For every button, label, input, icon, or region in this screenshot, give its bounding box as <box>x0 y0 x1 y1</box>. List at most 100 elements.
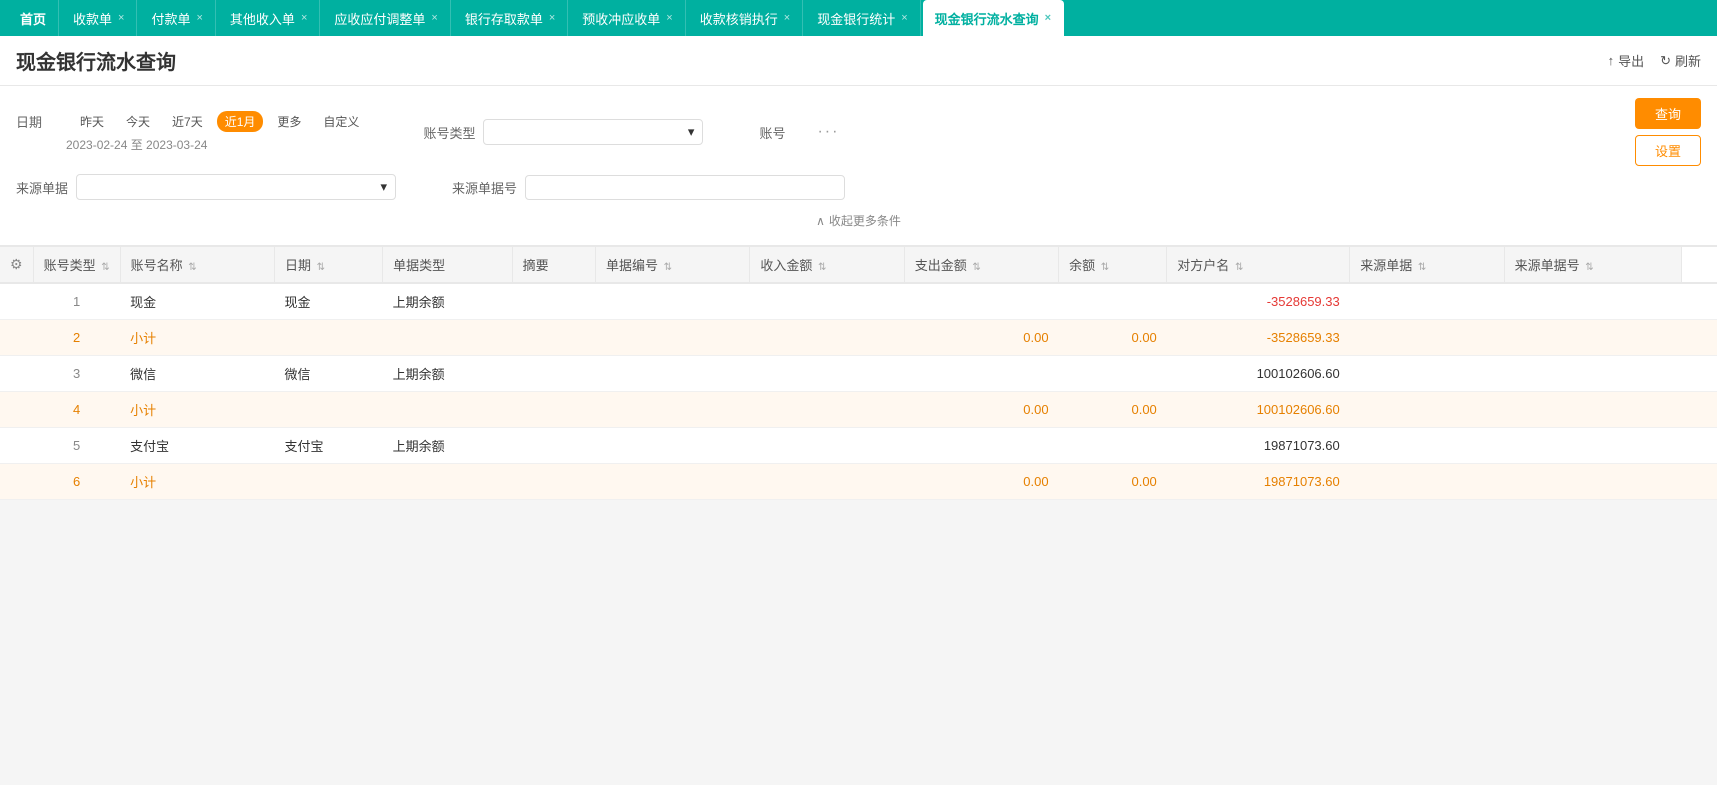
sort-icon[interactable]: ⇅ <box>972 262 980 273</box>
cell-source-doc-num <box>1681 428 1717 464</box>
cell-account-name <box>274 464 382 500</box>
cell-balance: -3528659.33 <box>1167 320 1350 356</box>
nav-tab-liushui[interactable]: 现金银行流水查询 × <box>923 0 1064 36</box>
header-actions: ↑ 导出 ↻ 刷新 <box>1608 51 1701 70</box>
date-1month-btn[interactable]: 近1月 <box>217 111 264 132</box>
cell-doc-number <box>750 392 904 428</box>
cell-doc-type <box>512 320 595 356</box>
close-icon[interactable]: × <box>118 12 124 24</box>
close-icon[interactable]: × <box>549 12 555 24</box>
cell-balance: 19871073.60 <box>1167 464 1350 500</box>
table-row: 4小计0.000.00100102606.60 <box>0 392 1717 428</box>
account-type-select[interactable]: ▾ <box>483 119 703 145</box>
table-gear-icon[interactable]: ⚙ <box>10 256 23 272</box>
nav-tab-fukuandan[interactable]: 付款单 × <box>139 0 215 36</box>
cell-account-name <box>274 392 382 428</box>
column-income: 收入金额 ⇅ <box>750 247 904 284</box>
cell-source-doc-num <box>1681 320 1717 356</box>
query-button[interactable]: 查询 <box>1635 98 1701 129</box>
column-source-doc: 来源单据 ⇅ <box>1350 247 1504 284</box>
cell-summary <box>596 464 750 500</box>
date-yesterday-btn[interactable]: 昨天 <box>72 111 112 132</box>
sort-icon[interactable]: ⇅ <box>818 262 826 273</box>
cell-counterpart <box>1350 356 1504 392</box>
cell-date <box>383 320 512 356</box>
tab-label: 收款核销执行 <box>700 9 778 28</box>
source-doc-num-label: 来源单据号 <box>452 178 517 197</box>
date-7days-btn[interactable]: 近7天 <box>164 111 211 132</box>
cell-source-doc-num <box>1681 356 1717 392</box>
date-filter-group: 日期 昨天 今天 近7天 近1月 更多 自定义 2023-02-24 至 202… <box>16 111 367 153</box>
close-icon[interactable]: × <box>1045 12 1051 24</box>
collapse-bar[interactable]: ∧ 收起更多条件 <box>16 208 1701 233</box>
cell-account-name <box>274 320 382 356</box>
column-doc-number: 单据编号 ⇅ <box>596 247 750 284</box>
cell-expense: 0.00 <box>1059 464 1167 500</box>
close-icon[interactable]: × <box>301 12 307 24</box>
sort-icon[interactable]: ⇅ <box>188 262 196 273</box>
table-row: 1现金现金上期余额-3528659.33 <box>0 283 1717 320</box>
nav-tab-tongji[interactable]: 现金银行统计 × <box>805 0 920 36</box>
nav-tab-shoukuandan[interactable]: 收款单 × <box>61 0 137 36</box>
cell-account-type: 微信 <box>120 356 274 392</box>
sort-icon[interactable]: ⇅ <box>1101 262 1109 273</box>
cell-source-doc <box>1504 428 1681 464</box>
cell-row-settings <box>0 320 33 356</box>
table-row: 5支付宝支付宝上期余额19871073.60 <box>0 428 1717 464</box>
cell-account-type: 小计 <box>120 464 274 500</box>
cell-source-doc <box>1504 464 1681 500</box>
close-icon[interactable]: × <box>196 12 202 24</box>
nav-tab-home[interactable]: 首页 <box>8 0 59 36</box>
sort-icon[interactable]: ⇅ <box>664 262 672 273</box>
sort-icon[interactable]: ⇅ <box>1235 262 1243 273</box>
sort-icon[interactable]: ⇅ <box>1418 262 1426 273</box>
cell-source-doc-num <box>1681 392 1717 428</box>
cell-balance: -3528659.33 <box>1167 283 1350 320</box>
account-dots[interactable]: ··· <box>817 123 839 141</box>
cell-doc-number <box>750 283 904 320</box>
column-doc-type: 单据类型 <box>383 247 512 284</box>
nav-tab-qitashouru[interactable]: 其他收入单 × <box>218 0 320 36</box>
source-doc-num-input[interactable] <box>525 175 845 200</box>
cell-account-name: 支付宝 <box>274 428 382 464</box>
cell-summary <box>596 428 750 464</box>
date-more-btn[interactable]: 更多 <box>269 111 309 132</box>
table-header-row: ⚙ 账号类型 ⇅ 账号名称 ⇅ 日期 ⇅ 单据类型 摘要 <box>0 247 1717 284</box>
close-icon[interactable]: × <box>901 12 907 24</box>
column-date: 日期 ⇅ <box>274 247 382 284</box>
tab-label: 其他收入单 <box>230 9 295 28</box>
nav-tab-tiaozheng[interactable]: 应收应付调整单 × <box>322 0 450 36</box>
nav-tab-yushou[interactable]: 预收冲应收单 × <box>570 0 685 36</box>
cell-account-type: 支付宝 <box>120 428 274 464</box>
collapse-up-icon: ∧ <box>816 214 825 228</box>
collapse-label: 收起更多条件 <box>829 212 901 229</box>
cell-doc-number <box>750 320 904 356</box>
cell-summary <box>596 283 750 320</box>
source-doc-select[interactable]: ▾ <box>76 174 396 200</box>
column-summary: 摘要 <box>512 247 595 284</box>
cell-doc-number <box>750 356 904 392</box>
close-icon[interactable]: × <box>666 12 672 24</box>
nav-tab-hexiao[interactable]: 收款核销执行 × <box>688 0 803 36</box>
sort-icon[interactable]: ⇅ <box>1585 262 1593 273</box>
cell-counterpart <box>1350 283 1504 320</box>
main-content: ⚙ 账号类型 ⇅ 账号名称 ⇅ 日期 ⇅ 单据类型 摘要 <box>0 246 1717 500</box>
refresh-button[interactable]: ↻ 刷新 <box>1660 51 1701 70</box>
nav-tab-yinhang[interactable]: 银行存取款单 × <box>453 0 568 36</box>
row-number: 2 <box>33 320 120 356</box>
close-icon[interactable]: × <box>784 12 790 24</box>
cell-doc-type <box>512 356 595 392</box>
cell-expense <box>1059 428 1167 464</box>
settings-button[interactable]: 设置 <box>1635 135 1701 166</box>
date-today-btn[interactable]: 今天 <box>118 111 158 132</box>
sort-icon[interactable]: ⇅ <box>101 262 109 273</box>
date-custom-btn[interactable]: 自定义 <box>315 111 367 132</box>
column-settings[interactable]: ⚙ <box>0 247 33 284</box>
export-button[interactable]: ↑ 导出 <box>1608 51 1645 70</box>
sort-icon[interactable]: ⇅ <box>317 262 325 273</box>
cell-income <box>904 283 1058 320</box>
cell-source-doc <box>1504 283 1681 320</box>
export-label: 导出 <box>1618 51 1644 70</box>
close-icon[interactable]: × <box>431 12 437 24</box>
account-label: 账号 <box>759 123 809 142</box>
